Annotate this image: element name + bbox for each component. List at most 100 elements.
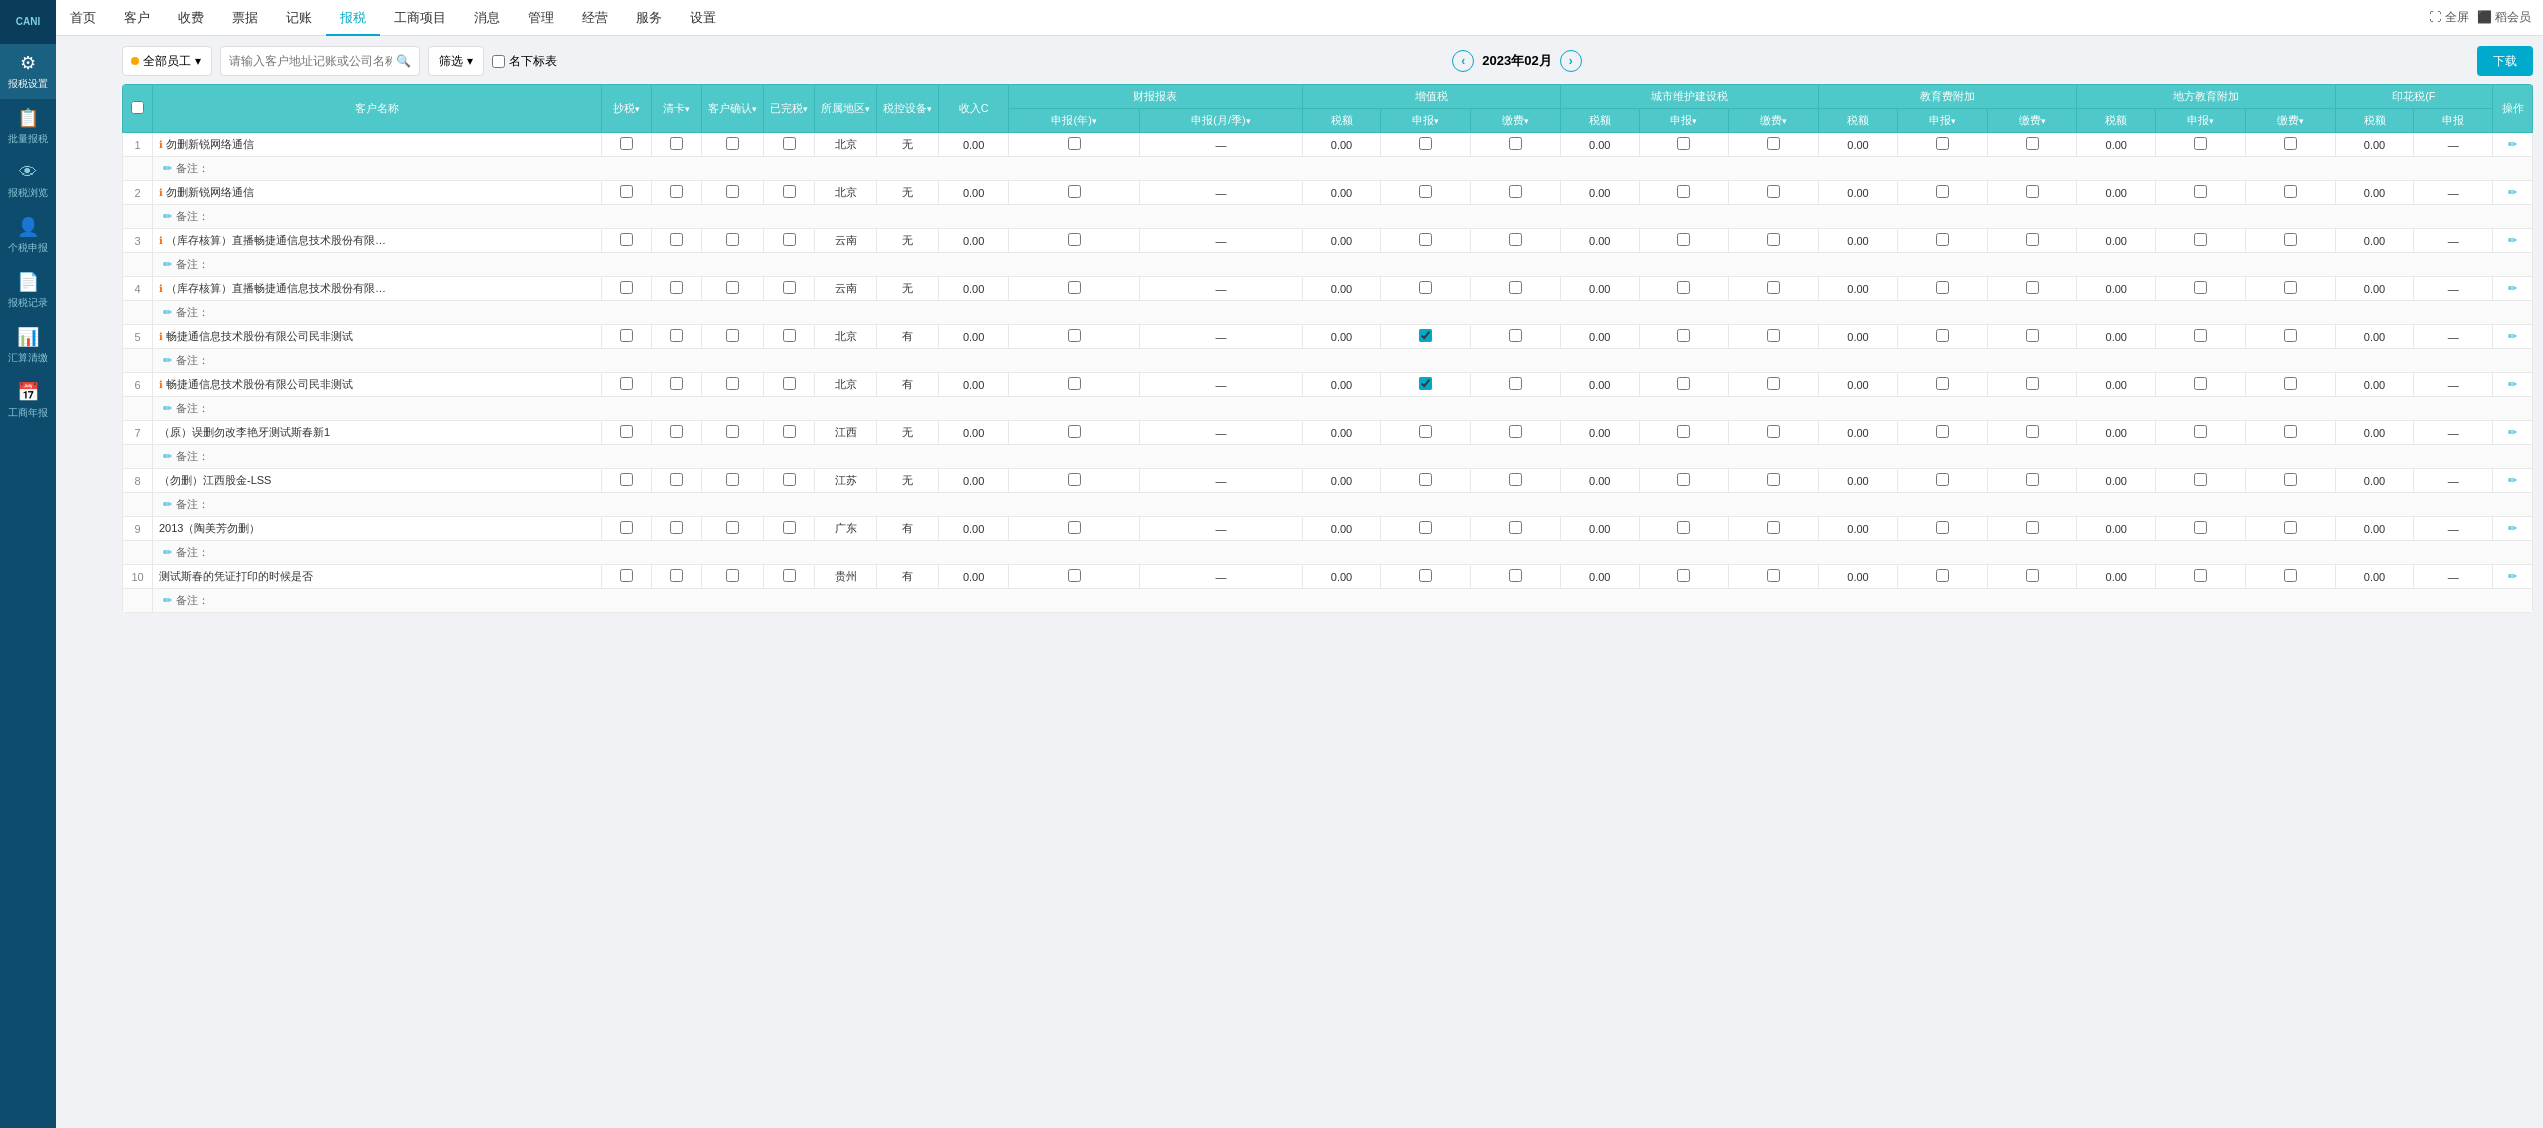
chao-shui-check[interactable]	[620, 569, 633, 582]
city-fee-check[interactable]	[1767, 329, 1780, 342]
nav-tax[interactable]: 报税	[326, 0, 380, 36]
vat-report-check[interactable]	[1419, 377, 1432, 390]
filter-button[interactable]: 筛选 ▾	[428, 46, 484, 76]
customer-confirm-check[interactable]	[726, 137, 739, 150]
local-report-check[interactable]	[2194, 233, 2207, 246]
qing-ka-check[interactable]	[670, 233, 683, 246]
nav-invoice[interactable]: 票据	[218, 0, 272, 36]
vat-fee-check[interactable]	[1509, 377, 1522, 390]
fin-annual-check[interactable]	[1068, 329, 1081, 342]
local-report-check[interactable]	[2194, 185, 2207, 198]
sidebar-item-tax-settings[interactable]: ⚙ 报税设置	[0, 44, 56, 99]
local-report-check[interactable]	[2194, 473, 2207, 486]
nav-customer[interactable]: 客户	[110, 0, 164, 36]
search-input[interactable]	[229, 54, 392, 68]
vat-fee-check[interactable]	[1509, 137, 1522, 150]
local-report-check[interactable]	[2194, 521, 2207, 534]
edu-report-check[interactable]	[1936, 185, 1949, 198]
edu-fee-check[interactable]	[2026, 569, 2039, 582]
customer-confirm-check[interactable]	[726, 377, 739, 390]
vat-report-check[interactable]	[1419, 425, 1432, 438]
city-report-check[interactable]	[1677, 329, 1690, 342]
fin-annual-check[interactable]	[1068, 569, 1081, 582]
vat-report-check[interactable]	[1419, 473, 1432, 486]
chao-shui-check[interactable]	[620, 377, 633, 390]
edu-fee-check[interactable]	[2026, 281, 2039, 294]
vat-fee-check[interactable]	[1509, 281, 1522, 294]
customer-confirm-check[interactable]	[726, 569, 739, 582]
nav-manage[interactable]: 管理	[514, 0, 568, 36]
customer-confirm-check[interactable]	[726, 521, 739, 534]
nav-operation[interactable]: 经营	[568, 0, 622, 36]
edit-icon[interactable]: ✏	[2508, 138, 2517, 150]
sidebar-item-tax-record[interactable]: 📄 报税记录	[0, 263, 56, 318]
qing-ka-check[interactable]	[670, 185, 683, 198]
next-month-button[interactable]: ›	[1560, 50, 1582, 72]
vat-fee-check[interactable]	[1509, 569, 1522, 582]
completed-check[interactable]	[783, 377, 796, 390]
city-report-check[interactable]	[1677, 377, 1690, 390]
employee-filter[interactable]: 全部员工 ▾	[122, 46, 212, 76]
vat-fee-check[interactable]	[1509, 425, 1522, 438]
local-fee-check[interactable]	[2284, 281, 2297, 294]
edu-fee-check[interactable]	[2026, 185, 2039, 198]
completed-check[interactable]	[783, 281, 796, 294]
city-fee-check[interactable]	[1767, 233, 1780, 246]
completed-check[interactable]	[783, 425, 796, 438]
city-report-check[interactable]	[1677, 233, 1690, 246]
vat-report-check[interactable]	[1419, 569, 1432, 582]
vat-fee-check[interactable]	[1509, 185, 1522, 198]
edu-fee-check[interactable]	[2026, 473, 2039, 486]
local-fee-check[interactable]	[2284, 425, 2297, 438]
local-fee-check[interactable]	[2284, 233, 2297, 246]
qing-ka-check[interactable]	[670, 329, 683, 342]
city-report-check[interactable]	[1677, 281, 1690, 294]
edu-report-check[interactable]	[1936, 377, 1949, 390]
edu-report-check[interactable]	[1936, 425, 1949, 438]
edu-fee-check[interactable]	[2026, 329, 2039, 342]
local-fee-check[interactable]	[2284, 329, 2297, 342]
qing-ka-check[interactable]	[670, 137, 683, 150]
edu-report-check[interactable]	[1936, 137, 1949, 150]
edu-report-check[interactable]	[1936, 569, 1949, 582]
sidebar-item-personal-report[interactable]: 👤 个税申报	[0, 208, 56, 263]
edit-icon[interactable]: ✏	[2508, 234, 2517, 246]
nav-bookkeeping[interactable]: 记账	[272, 0, 326, 36]
local-report-check[interactable]	[2194, 569, 2207, 582]
edu-report-check[interactable]	[1936, 281, 1949, 294]
local-fee-check[interactable]	[2284, 377, 2297, 390]
local-fee-check[interactable]	[2284, 473, 2297, 486]
fin-annual-check[interactable]	[1068, 185, 1081, 198]
customer-confirm-check[interactable]	[726, 281, 739, 294]
vip-btn[interactable]: ⬛ 稻会员	[2477, 9, 2531, 26]
edu-report-check[interactable]	[1936, 233, 1949, 246]
chao-shui-check[interactable]	[620, 329, 633, 342]
edit-icon[interactable]: ✏	[2508, 474, 2517, 486]
vat-fee-check[interactable]	[1509, 233, 1522, 246]
edu-fee-check[interactable]	[2026, 521, 2039, 534]
vat-report-check[interactable]	[1419, 185, 1432, 198]
chao-shui-check[interactable]	[620, 281, 633, 294]
sidebar-item-summary[interactable]: 📊 汇算清缴	[0, 318, 56, 373]
customer-confirm-check[interactable]	[726, 233, 739, 246]
local-report-check[interactable]	[2194, 425, 2207, 438]
customer-confirm-check[interactable]	[726, 425, 739, 438]
city-report-check[interactable]	[1677, 569, 1690, 582]
city-fee-check[interactable]	[1767, 473, 1780, 486]
qing-ka-check[interactable]	[670, 473, 683, 486]
edu-fee-check[interactable]	[2026, 233, 2039, 246]
chao-shui-check[interactable]	[620, 425, 633, 438]
completed-check[interactable]	[783, 521, 796, 534]
chao-shui-check[interactable]	[620, 521, 633, 534]
local-report-check[interactable]	[2194, 137, 2207, 150]
local-fee-check[interactable]	[2284, 137, 2297, 150]
city-fee-check[interactable]	[1767, 377, 1780, 390]
nav-service[interactable]: 服务	[622, 0, 676, 36]
city-fee-check[interactable]	[1767, 185, 1780, 198]
sidebar-item-batch-tax[interactable]: 📋 批量报税	[0, 99, 56, 154]
completed-check[interactable]	[783, 137, 796, 150]
fin-annual-check[interactable]	[1068, 377, 1081, 390]
local-report-check[interactable]	[2194, 281, 2207, 294]
edit-icon[interactable]: ✏	[2508, 570, 2517, 582]
select-all-checkbox[interactable]	[131, 101, 144, 114]
